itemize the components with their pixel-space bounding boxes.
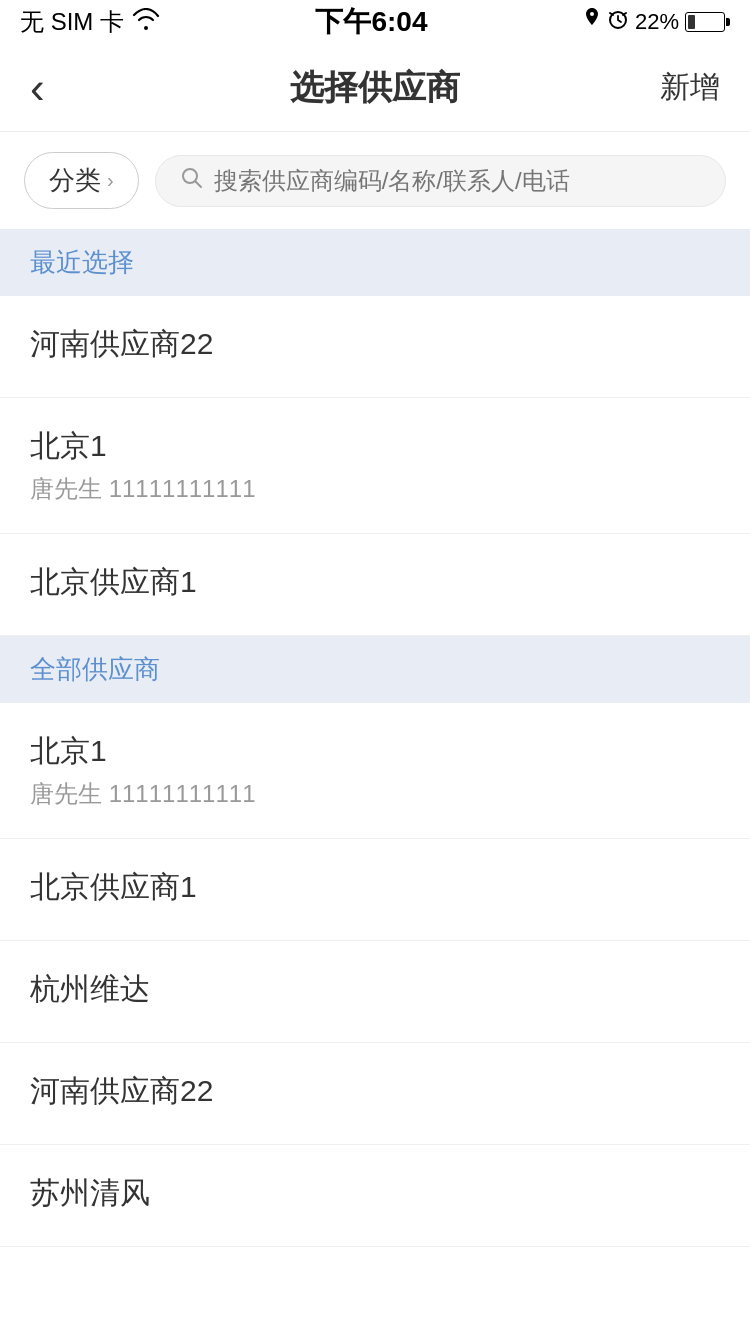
nav-title: 选择供应商 xyxy=(290,65,460,111)
status-bar: 无 SIM 卡 下午6:04 22% xyxy=(0,0,750,44)
item-name: 北京供应商1 xyxy=(30,867,720,908)
list-item[interactable]: 北京供应商1 xyxy=(0,534,750,636)
list-item[interactable]: 河南供应商22 xyxy=(0,1043,750,1145)
list-item[interactable]: 北京1 唐先生 11111111111 xyxy=(0,703,750,839)
search-box xyxy=(155,155,726,207)
add-button[interactable]: 新增 xyxy=(660,67,720,108)
carrier-text: 无 SIM 卡 xyxy=(20,6,124,38)
category-label: 分类 xyxy=(49,163,101,198)
item-name: 河南供应商22 xyxy=(30,1071,720,1112)
alarm-icon xyxy=(607,8,629,36)
filter-bar: 分类 › xyxy=(0,132,750,229)
item-name: 河南供应商22 xyxy=(30,324,720,365)
status-right: 22% xyxy=(583,8,730,36)
list-item[interactable]: 北京供应商1 xyxy=(0,839,750,941)
sections-container: 最近选择河南供应商22 北京1 唐先生 11111111111 北京供应商1 全部供应商… xyxy=(0,229,750,1247)
category-button[interactable]: 分类 › xyxy=(24,152,139,209)
item-sub: 唐先生 11111111111 xyxy=(30,778,720,810)
wifi-icon xyxy=(132,8,160,36)
list-item[interactable]: 北京1 唐先生 11111111111 xyxy=(0,398,750,534)
list-item[interactable]: 杭州维达 xyxy=(0,941,750,1043)
list-item[interactable]: 河南供应商22 xyxy=(0,296,750,398)
item-sub: 唐先生 11111111111 xyxy=(30,473,720,505)
list-item[interactable]: 苏州清风 xyxy=(0,1145,750,1247)
section-header-all: 全部供应商 xyxy=(0,636,750,703)
item-name: 北京1 xyxy=(30,426,720,467)
chevron-right-icon: › xyxy=(107,169,114,192)
item-name: 北京供应商1 xyxy=(30,562,720,603)
section-header-recent: 最近选择 xyxy=(0,229,750,296)
item-name: 北京1 xyxy=(30,731,720,772)
location-icon xyxy=(583,8,601,36)
item-name: 杭州维达 xyxy=(30,969,720,1010)
search-icon xyxy=(180,166,204,196)
search-input[interactable] xyxy=(214,167,701,195)
battery-percentage: 22% xyxy=(635,9,679,35)
status-time: 下午6:04 xyxy=(315,3,427,41)
nav-bar: ‹ 选择供应商 新增 xyxy=(0,44,750,132)
status-left: 无 SIM 卡 xyxy=(20,6,160,38)
item-name: 苏州清风 xyxy=(30,1173,720,1214)
battery-icon xyxy=(685,12,730,32)
back-button[interactable]: ‹ xyxy=(30,63,90,113)
